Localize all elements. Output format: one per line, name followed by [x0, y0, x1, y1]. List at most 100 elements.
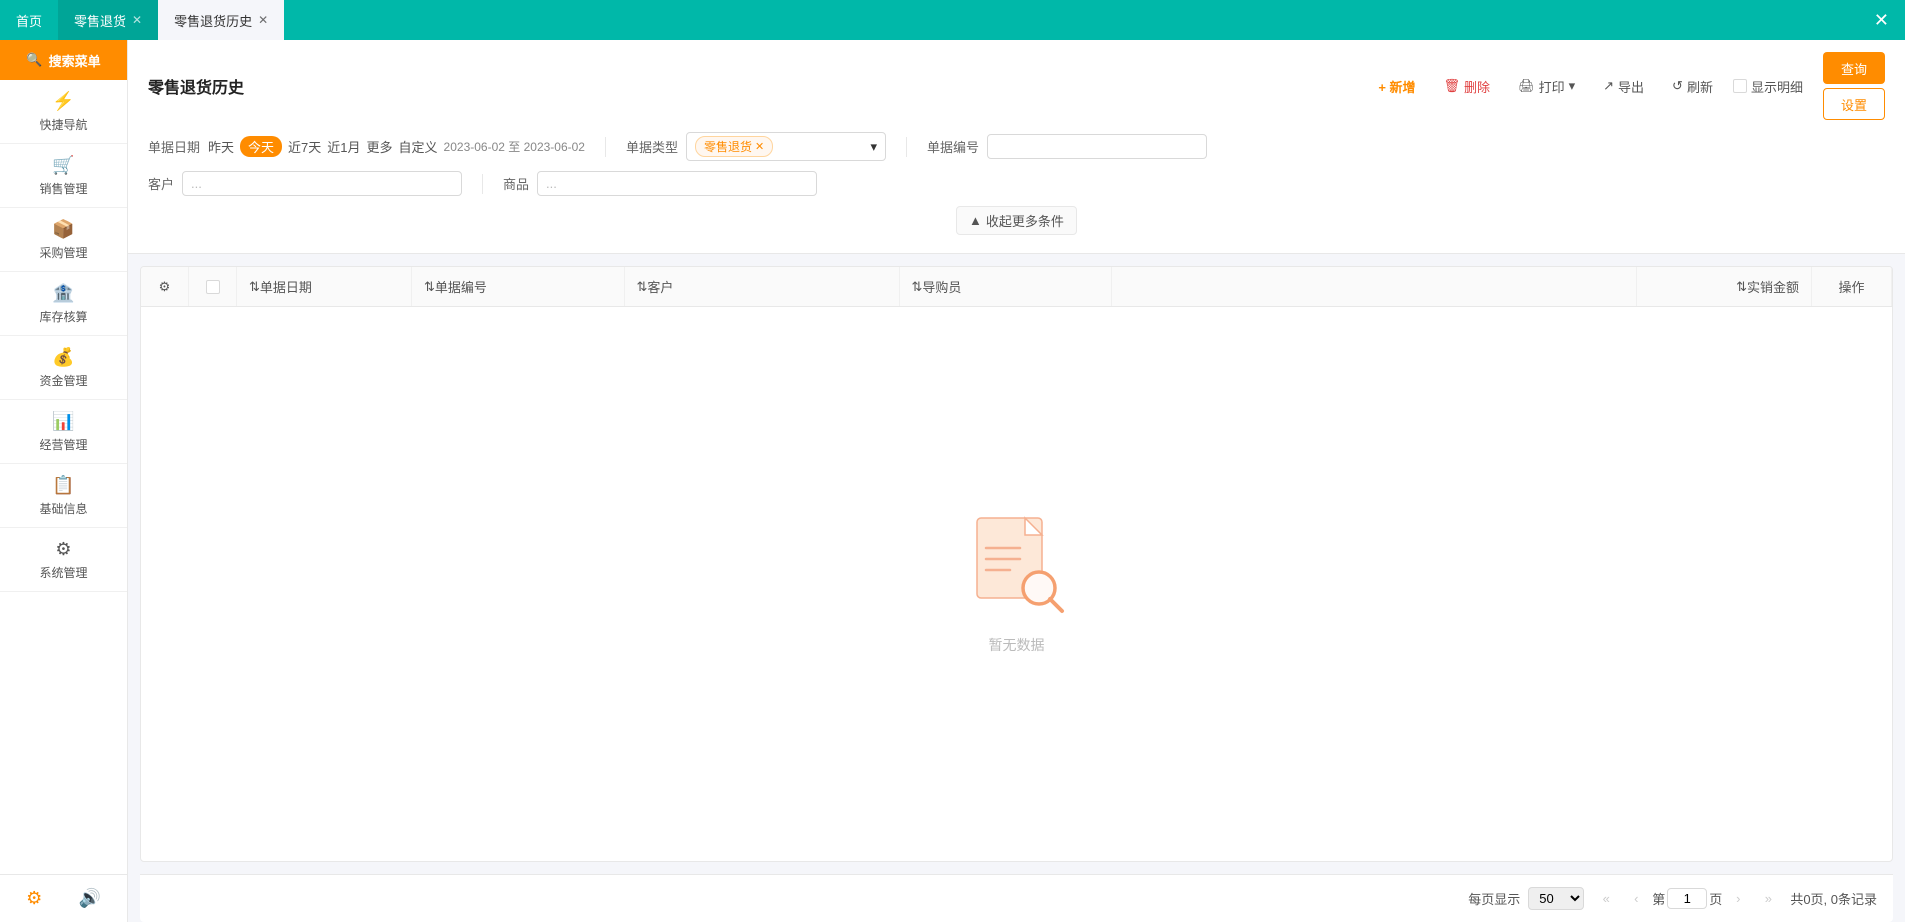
settings-bottom-icon[interactable]: ⚙ — [26, 888, 42, 909]
sidebar: 🔍 搜索菜单 ⚡ 快捷导航 🛒 销售管理 📦 采购管理 🏦 库存核算 💰 — [0, 40, 128, 922]
page-last-button[interactable]: » — [1754, 885, 1782, 913]
collapse-label: 收起更多条件 — [986, 211, 1064, 230]
page-unit: 页 — [1709, 889, 1722, 908]
th-action-label: 操作 — [1838, 277, 1864, 296]
shortcut-more[interactable]: 更多 — [367, 137, 393, 156]
sidebar-item-purchase-mgmt[interactable]: 📦 采购管理 — [0, 208, 127, 272]
th-bill-date: ⇅ 单据日期 — [237, 267, 412, 306]
tab-retail-return-label: 零售退货 — [74, 11, 126, 30]
sidebar-item-quick-nav[interactable]: ⚡ 快捷导航 — [0, 80, 127, 144]
pagination-bar: 每页显示 50 10 20 100 « ‹ 第 页 › » 共0页, 0条记录 — [140, 874, 1893, 922]
operation-icon: 📊 — [52, 411, 74, 432]
shortcut-custom[interactable]: 自定义 — [399, 137, 438, 156]
goods-placeholder: ... — [546, 176, 557, 191]
tab-home-label: 首页 — [16, 11, 42, 30]
page-number-input[interactable] — [1667, 888, 1707, 909]
bill-type-value: 零售退货 — [704, 138, 752, 155]
sidebar-item-system-mgmt-label: 系统管理 — [39, 564, 87, 581]
th-guide: ⇅ 导购员 — [900, 267, 1113, 306]
th-bill-number: ⇅ 单据编号 — [412, 267, 625, 306]
filter-row-1: 单据日期 昨天 今天 近7天 近1月 更多 自定义 2023-06-02 至 2… — [148, 132, 1885, 161]
th-bill-number-label: 单据编号 — [435, 277, 487, 296]
sidebar-item-system-mgmt[interactable]: ⚙ 系统管理 — [0, 528, 127, 592]
system-icon: ⚙ — [55, 539, 71, 560]
shortcut-last7days[interactable]: 近7天 — [288, 137, 321, 156]
finance-icon: 💰 — [52, 347, 74, 368]
export-button[interactable]: ↗ 导出 — [1595, 73, 1652, 100]
total-info: 共0页, 0条记录 — [1790, 889, 1877, 908]
delete-button[interactable]: 🗑 删除 — [1436, 73, 1499, 100]
shortcut-yesterday[interactable]: 昨天 — [208, 137, 234, 156]
table-header: ⚙ ⇅ 单据日期 ⇅ 单据编号 ⇅ 客户 ⇅ — [141, 267, 1892, 307]
speaker-icon[interactable]: 🔊 — [78, 888, 100, 909]
sidebar-item-basic-info[interactable]: 📋 基础信息 — [0, 464, 127, 528]
sidebar-item-inventory[interactable]: 🏦 库存核算 — [0, 272, 127, 336]
th-customer: ⇅ 客户 — [625, 267, 900, 306]
page-next-button[interactable]: › — [1724, 885, 1752, 913]
bill-date-label: 单据日期 — [148, 137, 200, 156]
tab-retail-return-close[interactable]: ✕ — [132, 13, 142, 27]
customer-label: 客户 — [148, 174, 174, 193]
filter-area: 单据日期 昨天 今天 近7天 近1月 更多 自定义 2023-06-02 至 2… — [148, 132, 1885, 253]
bill-number-input[interactable] — [987, 134, 1207, 159]
page-size-select[interactable]: 50 10 20 100 — [1528, 887, 1584, 910]
sidebar-item-sales-mgmt[interactable]: 🛒 销售管理 — [0, 144, 127, 208]
refresh-button[interactable]: ↺ 刷新 — [1664, 73, 1721, 100]
collapse-button[interactable]: ▲ 收起更多条件 — [956, 206, 1077, 235]
print-button[interactable]: 🖨 打印 ▾ — [1510, 73, 1583, 100]
filter-row-2: 客户 ... 商品 ... — [148, 171, 1885, 196]
sidebar-item-quick-nav-label: 快捷导航 — [39, 116, 87, 133]
print-icon: 🖨 — [1518, 78, 1535, 94]
empty-illustration — [962, 513, 1072, 623]
bill-type-select[interactable]: 零售退货 ✕ ▾ — [686, 132, 886, 161]
th-settings[interactable]: ⚙ — [141, 267, 189, 306]
customer-input[interactable]: ... — [182, 171, 462, 196]
delete-label: 删除 — [1464, 77, 1490, 96]
display-toggle[interactable]: 显示明细 — [1733, 77, 1803, 96]
sidebar-item-sales-mgmt-label: 销售管理 — [39, 180, 87, 197]
add-button[interactable]: + 新增 — [1370, 73, 1423, 100]
print-label: 打印 — [1539, 77, 1565, 96]
print-dropdown-icon: ▾ — [1569, 78, 1576, 94]
shortcut-today[interactable]: 今天 — [240, 136, 282, 157]
page-label: 第 — [1652, 889, 1665, 908]
select-all-checkbox[interactable] — [206, 280, 220, 294]
tab-retail-return[interactable]: 零售退货 ✕ — [58, 0, 158, 40]
bill-number-label: 单据编号 — [927, 137, 979, 156]
query-button[interactable]: 查询 — [1823, 52, 1885, 84]
page-prev-button[interactable]: ‹ — [1622, 885, 1650, 913]
column-settings-icon[interactable]: ⚙ — [159, 279, 171, 295]
customer-placeholder: ... — [191, 176, 202, 191]
sidebar-item-finance[interactable]: 💰 资金管理 — [0, 336, 127, 400]
query-label: 查询 — [1841, 62, 1867, 77]
th-bill-number-sort-icon: ⇅ — [424, 279, 435, 295]
settings-button[interactable]: 设置 — [1823, 88, 1885, 120]
th-actual-amount-label: 实销金额 — [1747, 277, 1799, 296]
tab-home[interactable]: 首页 — [0, 0, 58, 40]
bill-type-tag-close[interactable]: ✕ — [755, 140, 764, 153]
collapse-up-icon: ▲ — [969, 213, 982, 228]
tab-retail-return-history-close[interactable]: ✕ — [258, 13, 268, 27]
th-checkbox[interactable] — [189, 267, 237, 306]
th-guide-label: 导购员 — [922, 277, 961, 296]
window-close-button[interactable]: ✕ — [1874, 10, 1905, 31]
page-first-button[interactable]: « — [1592, 885, 1620, 913]
bill-type-tag: 零售退货 ✕ — [695, 136, 773, 157]
sidebar-item-inventory-label: 库存核算 — [39, 308, 87, 325]
quick-nav-icon: ⚡ — [52, 91, 74, 112]
goods-input[interactable]: ... — [537, 171, 817, 196]
add-label: + 新增 — [1378, 77, 1415, 96]
sidebar-item-operation-label: 经营管理 — [39, 436, 87, 453]
sidebar-item-operation[interactable]: 📊 经营管理 — [0, 400, 127, 464]
th-action: 操作 — [1812, 267, 1892, 306]
th-customer-sort-icon: ⇅ — [637, 279, 648, 295]
sidebar-search-button[interactable]: 🔍 搜索菜单 — [0, 40, 127, 80]
th-guide-sort-icon: ⇅ — [912, 279, 923, 295]
goods-label: 商品 — [503, 174, 529, 193]
th-actual-amount: ⇅ 实销金额 — [1637, 267, 1812, 306]
toolbar: + 新增 🗑 删除 🖨 打印 ▾ ↗ 导出 — [1370, 52, 1885, 120]
display-checkbox[interactable] — [1733, 79, 1747, 93]
tab-retail-return-history[interactable]: 零售退货历史 ✕ — [158, 0, 284, 40]
sidebar-item-basic-info-label: 基础信息 — [39, 500, 87, 517]
shortcut-last1month[interactable]: 近1月 — [327, 137, 360, 156]
